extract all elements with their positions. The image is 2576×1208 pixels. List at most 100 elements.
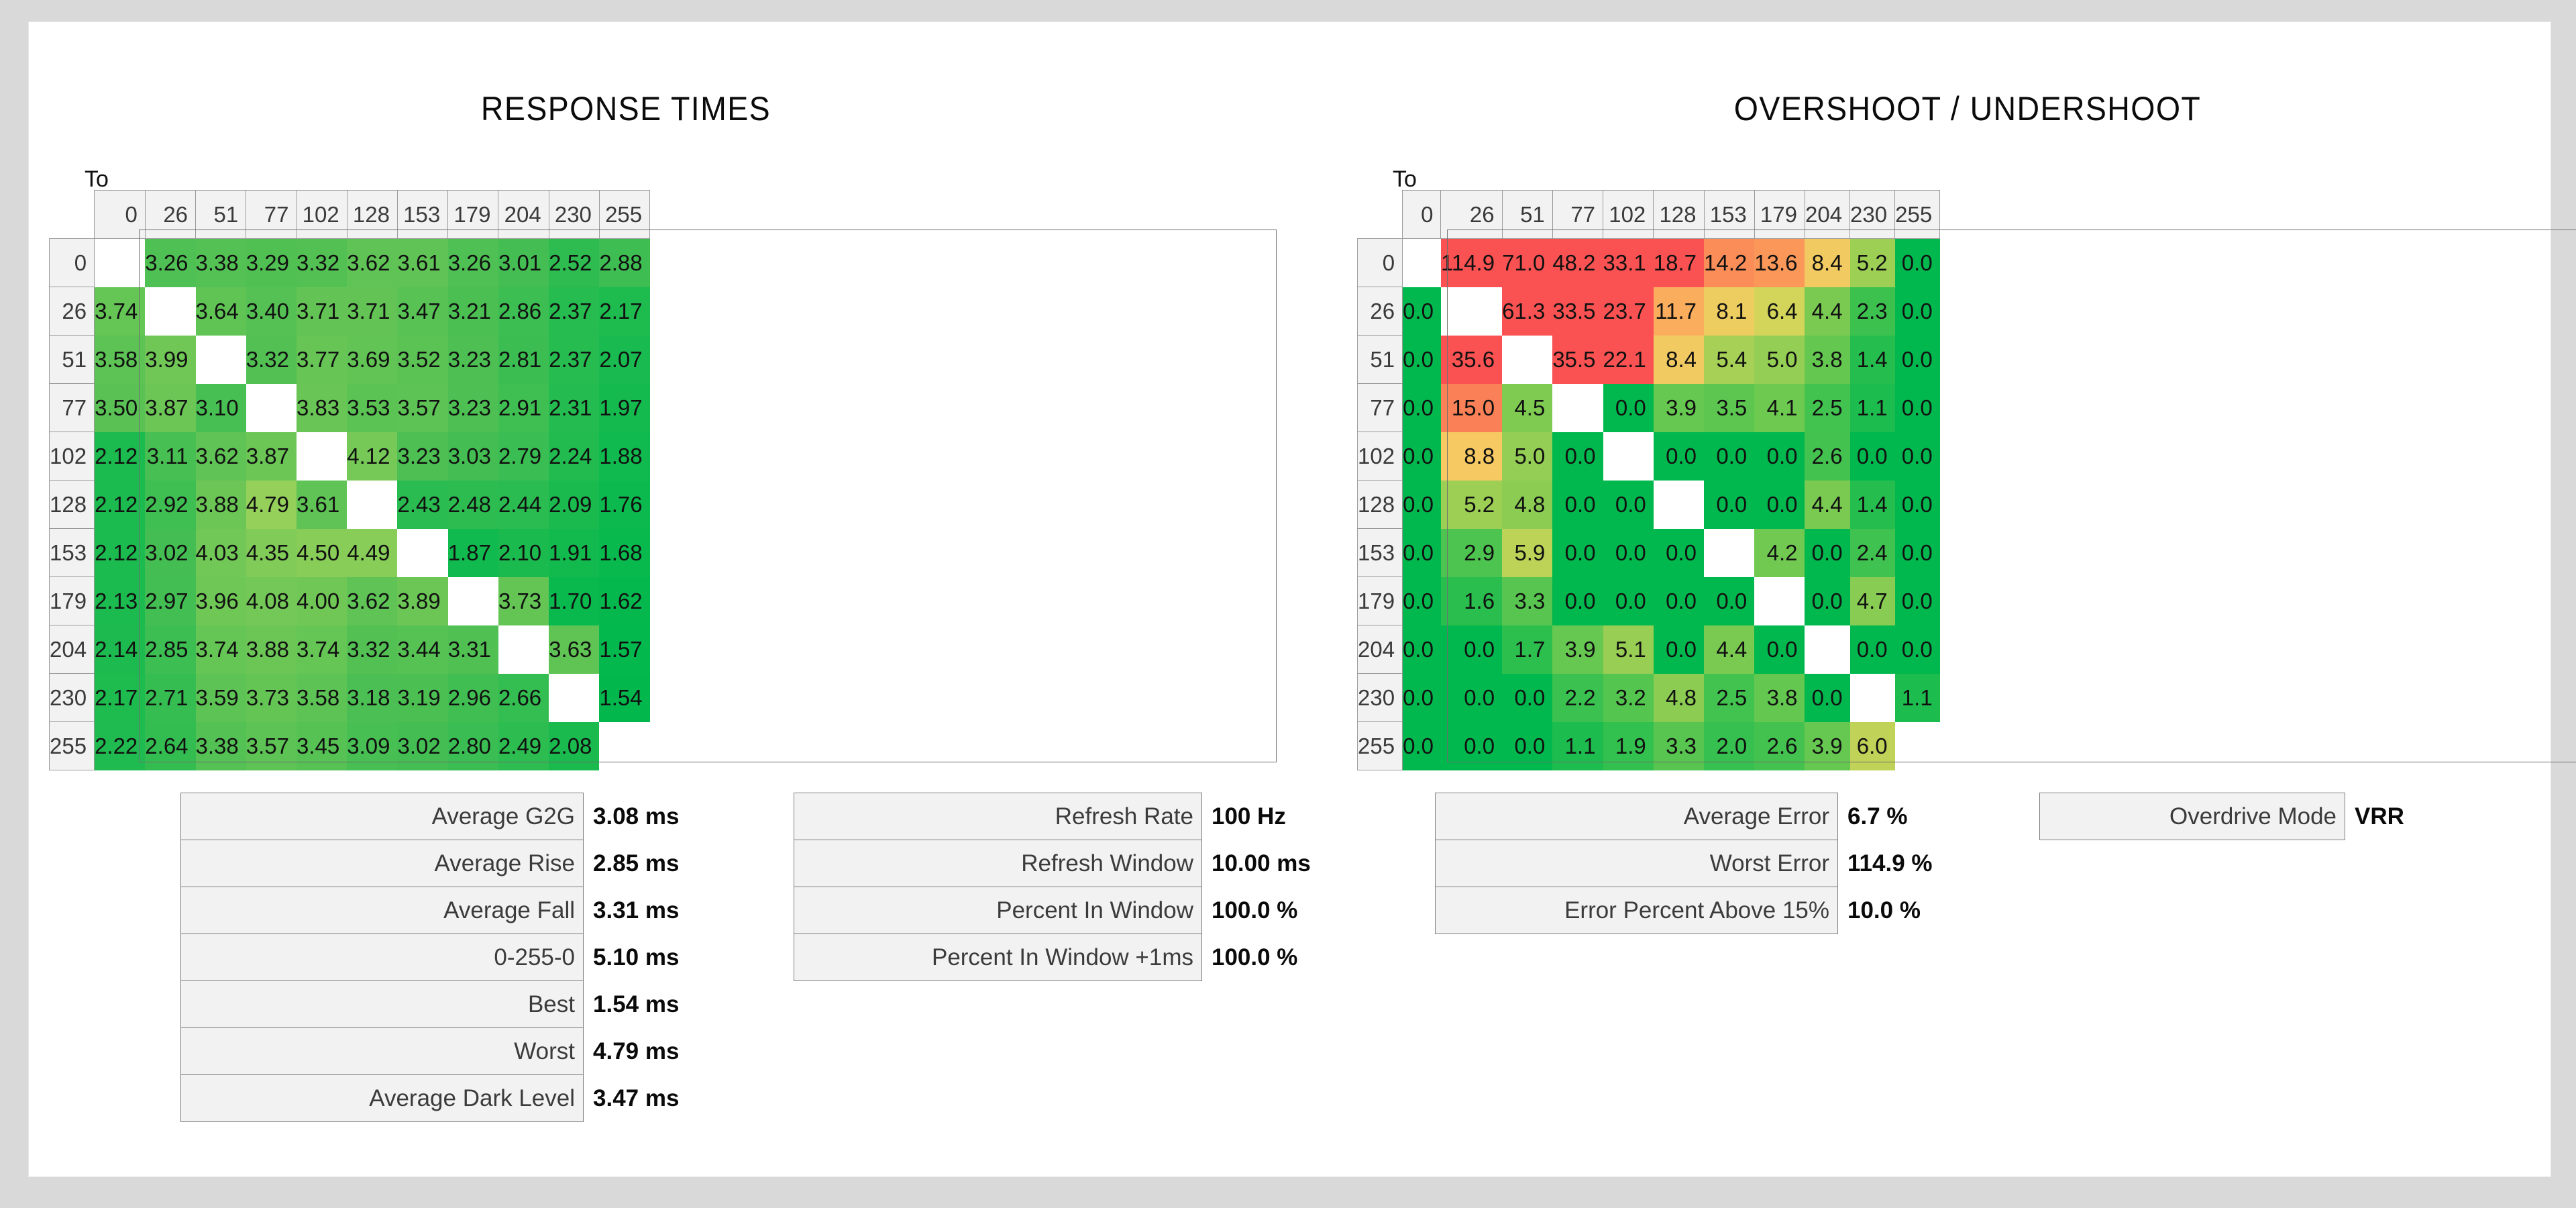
heatmap-cell: 2.13 [94,576,146,625]
heatmap-cell: 0.0 [1402,335,1441,384]
heatmap-col-header: 0 [1402,190,1442,239]
heatmap-cell: 3.96 [195,576,246,625]
heatmap-cell: 3.40 [246,287,297,336]
heatmap-cell: 5.4 [1704,335,1755,384]
heatmap-cell: 2.37 [549,287,600,336]
heatmap-cell: 2.2 [1552,673,1603,722]
heatmap-cell: 3.88 [246,625,297,674]
heatmap-row: 51 3.58 3.99 3.32 3.77 3.69 3.52 3.23 2.81 2.37 2.… [48,335,650,384]
heatmap-row-header: 153 [48,528,95,577]
heatmap-row: 26 0.0 61.3 33.5 23.7 11.7 8.1 6.4 4.4 2.3 0.0 [1356,287,1940,336]
heatmap-cell: 2.81 [498,335,549,384]
heatmap-cell: 0.0 [1440,721,1503,770]
heatmap-cell: 3.02 [397,721,448,770]
heatmap-row-header: 128 [1356,480,1403,529]
heatmap-diagonal-cell [347,480,398,529]
heatmap-diagonal-cell [94,238,146,287]
heatmap-col-header: 26 [144,190,197,239]
heatmap-cell: 2.3 [1849,287,1895,336]
stat-label: Best [180,980,584,1028]
stat-value: 10.0 % [1847,897,1921,923]
heatmap-cell: 2.92 [145,480,196,529]
stat-label: Worst Error [1435,840,1838,887]
heatmap-cell: 4.8 [1502,480,1553,529]
heatmap-row-header: 51 [48,335,95,384]
heatmap-cell: 3.64 [195,287,246,336]
heatmap-row-header: 0 [48,238,95,287]
heatmap-cell: 2.0 [1704,721,1755,770]
heatmap-cell: 8.1 [1704,287,1755,336]
heatmap-cell: 5.0 [1754,335,1805,384]
heatmap-cell: 0.0 [1402,528,1441,577]
heatmap-cell: 2.64 [145,721,196,770]
heatmap-row: 230 0.0 0.0 0.0 2.2 3.2 4.8 2.5 3.8 0.0 1.1 [1356,673,1940,722]
heatmap-cell: 2.86 [498,287,549,336]
heatmap-cell: 3.88 [195,480,246,529]
refresh-stats-table: Refresh Rate 100 Hz Refresh Window 10.00 ms… [794,793,1311,981]
heatmap-cell: 3.5 [1704,383,1755,432]
stat-label: Error Percent Above 15% [1435,887,1838,934]
heatmap-diagonal-cell [1440,287,1503,336]
heatmap-col-header: 77 [1552,190,1604,239]
heatmap-header-row: 0 26 51 77 102 128 153 179 204 230 255 [1357,190,1941,239]
stat-label: Percent In Window +1ms [794,934,1202,981]
heatmap-cell: 3.02 [145,528,196,577]
heatmap-cell: 0.0 [1402,287,1441,336]
heatmap-cell: 4.2 [1754,528,1805,577]
heatmap-cell: 3.9 [1653,383,1705,432]
heatmap-col-header: 179 [447,190,499,239]
heatmap-cell: 3.9 [1805,721,1850,770]
heatmap-cell: 8.8 [1440,432,1503,481]
heatmap-cell: 33.5 [1552,287,1603,336]
overdrive-mode-stats: Overdrive Mode VRR [2039,793,2404,840]
heatmap-cell: 3.3 [1502,576,1553,625]
heatmap-cell: 2.6 [1805,432,1850,481]
heatmap-cell: 1.88 [599,432,650,481]
heatmap-cell: 5.1 [1603,625,1654,674]
heatmap-cell: 3.71 [297,287,347,336]
heatmap-col-header: 204 [498,190,549,239]
heatmap-cell: 2.85 [145,625,196,674]
heatmap-diagonal-cell [297,432,347,481]
stat-value: 100.0 % [1212,897,1298,923]
heatmap-cell: 5.0 [1502,432,1553,481]
heatmap-row-header: 77 [48,383,95,432]
heatmap-cell: 23.7 [1603,287,1654,336]
overdrive-stats-table: Overdrive Mode VRR [2039,793,2404,840]
heatmap-cell: 35.6 [1440,335,1503,384]
heatmap-cell: 3.44 [397,625,448,674]
report-page: RESPONSE TIMES OVERSHOOT / UNDERSHOOT To… [0,0,2576,1208]
heatmap-cell: 0.0 [1402,576,1441,625]
heatmap-col-header: 230 [548,190,600,239]
error-summary-stats: Average Error 6.7 % Worst Error 114.9 % Erro… [1435,793,1933,934]
heatmap-cell: 3.52 [397,335,448,384]
heatmap-cell: 2.43 [397,480,448,529]
heatmap-cell: 2.80 [447,721,498,770]
heatmap-cell: 0.0 [1402,625,1441,674]
heatmap-cell: 1.70 [549,576,600,625]
heatmap-cell: 0.0 [1704,576,1755,625]
heatmap-cell: 1.57 [599,625,650,674]
stat-value: 1.54 ms [593,991,680,1017]
heatmap-row-header: 255 [48,721,95,770]
heatmap-cell: 0.0 [1402,432,1441,481]
heatmap-cell: 1.6 [1440,576,1503,625]
heatmap-cell: 13.6 [1754,238,1805,287]
heatmap-cell: 3.71 [347,287,398,336]
stat-row: Percent In Window 100.0 % [794,887,1311,934]
heatmap-cell: 2.6 [1754,721,1805,770]
stat-row: Overdrive Mode VRR [2039,793,2404,840]
heatmap-cell: 3.8 [1754,673,1805,722]
heatmap-cell: 3.3 [1653,721,1705,770]
heatmap-cell: 2.17 [599,287,650,336]
heatmap-diagonal-cell [397,528,448,577]
heatmap-row: 128 0.0 5.2 4.8 0.0 0.0 0.0 0.0 4.4 1.4 0.0 [1356,480,1940,529]
heatmap-cell: 3.23 [447,383,498,432]
heatmap-col-header: 102 [296,190,347,239]
heatmap-cell: 4.4 [1805,287,1850,336]
heatmap-cell: 1.1 [1552,721,1603,770]
heatmap-cell: 4.8 [1653,673,1705,722]
heatmap-cell: 0.0 [1603,528,1654,577]
heatmap-cell: 2.14 [94,625,146,674]
heatmap-cell: 3.18 [347,673,398,722]
